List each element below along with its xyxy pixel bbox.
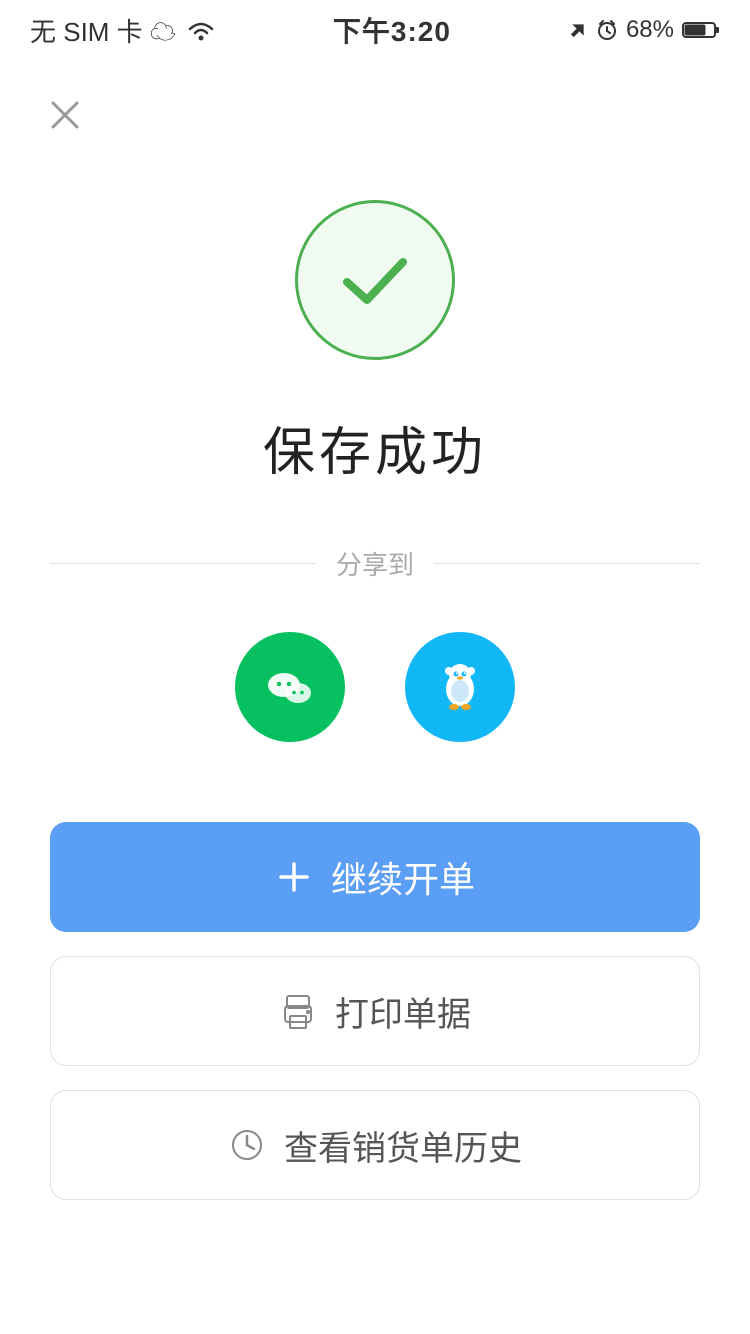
history-label: 查看销货单历史 [284, 1121, 522, 1170]
location-icon [568, 20, 588, 40]
actions-container: 继续开单 打印单据 查看销货单历史 [50, 822, 700, 1200]
divider-left [50, 563, 316, 564]
divider-right [434, 563, 700, 564]
no-sim-text: 无 SIM 卡 ☁ [30, 12, 176, 49]
close-icon [47, 97, 83, 133]
qq-icon [428, 655, 492, 719]
status-time: 下午3:20 [333, 10, 451, 50]
clock-icon [228, 1126, 266, 1164]
success-icon-circle [295, 200, 455, 360]
wechat-icon [258, 655, 322, 719]
continue-button[interactable]: 继续开单 [50, 822, 700, 932]
wifi-icon [186, 19, 216, 41]
close-button[interactable] [40, 90, 90, 140]
status-right: 68% [568, 16, 720, 44]
history-button[interactable]: 查看销货单历史 [50, 1090, 700, 1200]
print-label: 打印单据 [335, 987, 471, 1036]
alarm-icon [596, 19, 618, 41]
share-divider: 分享到 [50, 545, 700, 582]
battery-percent: 68% [626, 16, 674, 44]
qq-share-button[interactable] [405, 632, 515, 742]
battery-icon [682, 20, 720, 40]
continue-label: 继续开单 [331, 851, 475, 903]
checkmark-icon [335, 240, 415, 320]
print-button[interactable]: 打印单据 [50, 956, 700, 1066]
printer-icon [279, 992, 317, 1030]
share-icons-container [235, 632, 515, 742]
plus-icon [275, 858, 313, 896]
share-label: 分享到 [336, 545, 414, 582]
main-content: 保存成功 分享到 [0, 140, 750, 1200]
status-bar: 无 SIM 卡 ☁ 下午3:20 68% [0, 0, 750, 60]
wechat-share-button[interactable] [235, 632, 345, 742]
status-left: 无 SIM 卡 ☁ [30, 12, 216, 49]
success-title: 保存成功 [263, 410, 487, 485]
